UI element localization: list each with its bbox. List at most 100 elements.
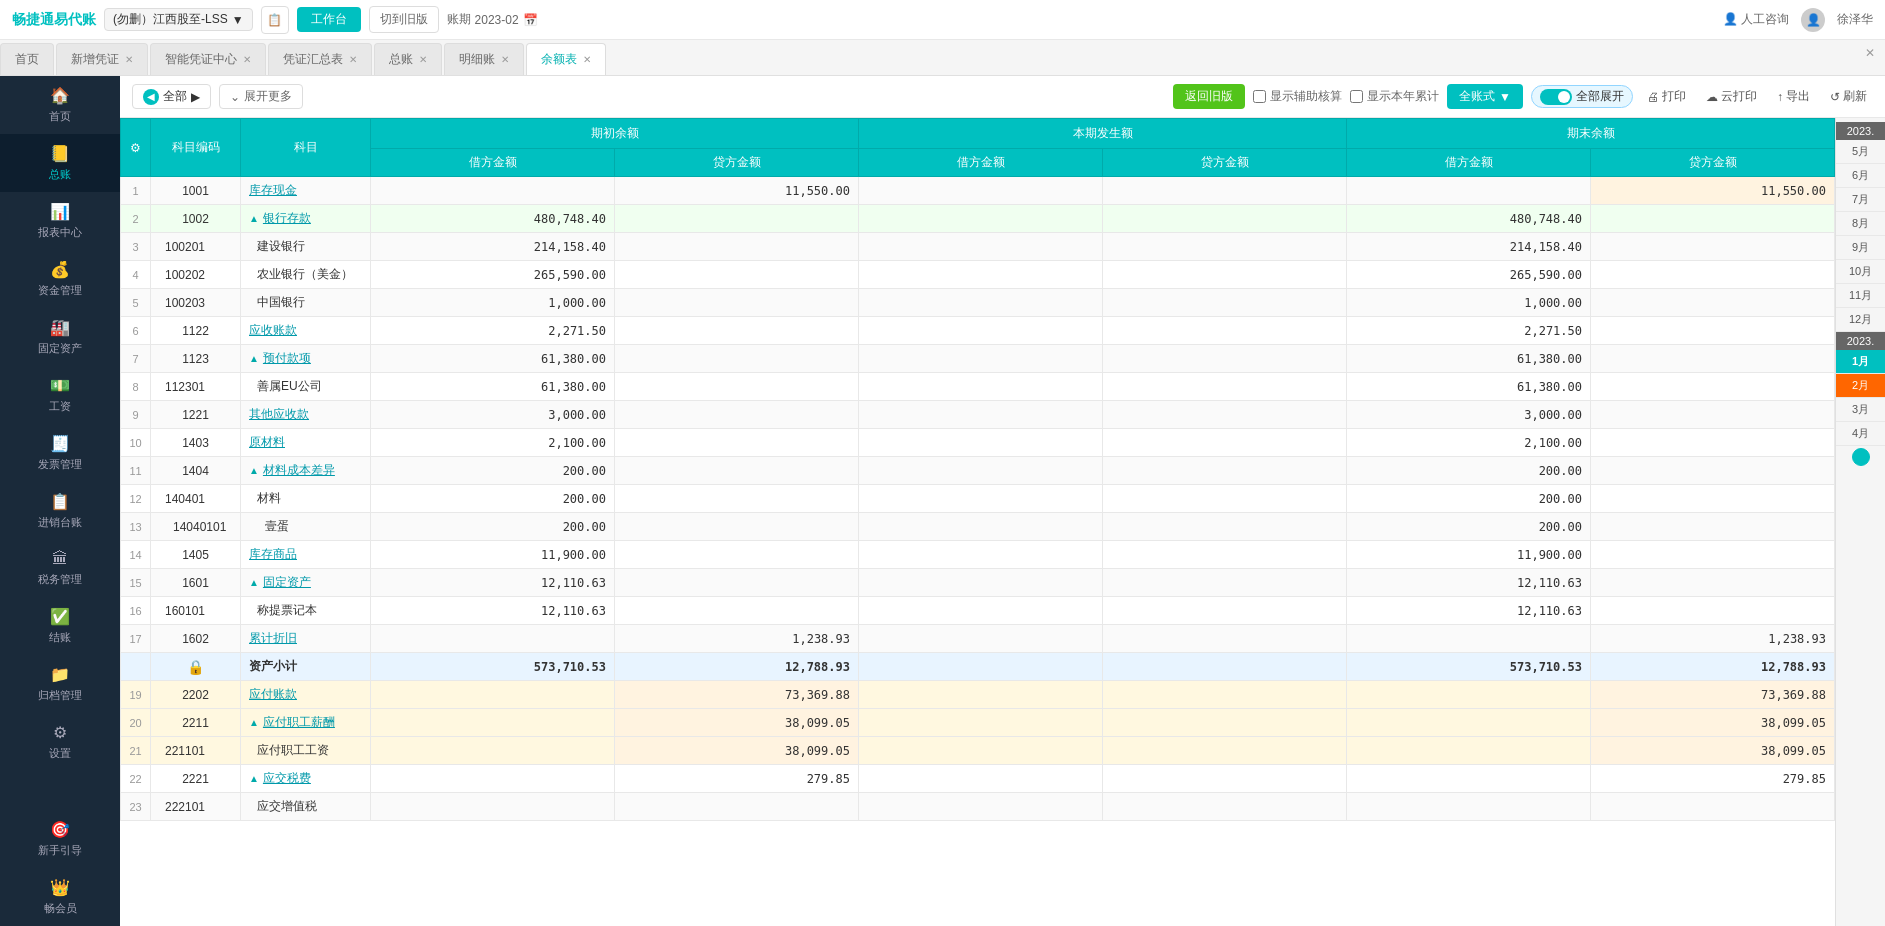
side-month-8[interactable]: 8月 <box>1836 212 1885 236</box>
account-name-link[interactable]: 材料成本差异 <box>263 462 335 479</box>
checkbox-year-input[interactable] <box>1350 90 1363 103</box>
close-all-tabs[interactable]: ✕ <box>1865 46 1875 60</box>
workbench-button[interactable]: 工作台 <box>297 7 361 32</box>
account-name[interactable]: ▲ 银行存款 <box>241 205 371 233</box>
side-month-5[interactable]: 5月 <box>1836 140 1885 164</box>
print-button[interactable]: 🖨 打印 <box>1641 85 1692 108</box>
account-name[interactable]: ▲ 预付款项 <box>241 345 371 373</box>
row-number: 1 <box>121 177 151 205</box>
sidebar-item-home[interactable]: 🏠 首页 <box>0 76 120 134</box>
expand-toggle[interactable] <box>1540 89 1572 105</box>
account-name[interactable]: 其他应收款 <box>241 401 371 429</box>
account-name[interactable]: 应付账款 <box>241 681 371 709</box>
period-calendar-icon: 📅 <box>523 13 538 27</box>
sidebar-item-settings[interactable]: ⚙ 设置 <box>0 713 120 771</box>
side-month-7[interactable]: 7月 <box>1836 188 1885 212</box>
account-name[interactable]: 应收账款 <box>241 317 371 345</box>
expand-arrow-icon[interactable]: ▲ <box>249 577 259 588</box>
company-selector[interactable]: (勿删）江西股至-LSS ▼ <box>104 8 253 31</box>
consult-button[interactable]: 👤 人工咨询 <box>1723 11 1789 28</box>
side-month-11[interactable]: 11月 <box>1836 284 1885 308</box>
side-month-2[interactable]: 2月 <box>1836 374 1885 398</box>
side-circle-1[interactable] <box>1852 448 1870 466</box>
account-name: 资产小计 <box>241 653 371 681</box>
tab-smart-voucher-close[interactable]: ✕ <box>243 54 251 65</box>
sidebar-item-tax[interactable]: 🏛 税务管理 <box>0 540 120 597</box>
tab-balance-close[interactable]: ✕ <box>583 54 591 65</box>
sc-end-cell <box>1591 289 1835 317</box>
cloud-print-button[interactable]: ☁ 云打印 <box>1700 85 1763 108</box>
tab-voucher-summary[interactable]: 凭证汇总表 ✕ <box>268 43 372 75</box>
expand-arrow-icon[interactable]: ▲ <box>249 717 259 728</box>
sc-end-cell <box>1591 541 1835 569</box>
sidebar-item-payroll[interactable]: 💵 工资 <box>0 366 120 424</box>
export-button[interactable]: ↑ 导出 <box>1771 85 1816 108</box>
account-name-link[interactable]: 银行存款 <box>263 210 311 227</box>
tab-home[interactable]: 首页 <box>0 43 54 75</box>
return-old-button[interactable]: 返回旧版 <box>1173 84 1245 109</box>
expand-arrow-icon[interactable]: ▲ <box>249 465 259 476</box>
sidebar-item-guide[interactable]: 🎯 新手引导 <box>0 810 120 868</box>
account-name-link[interactable]: 库存现金 <box>249 182 297 199</box>
account-name[interactable]: ▲ 固定资产 <box>241 569 371 597</box>
account-name-link[interactable]: 应付职工薪酬 <box>263 714 335 731</box>
checkbox-aux-input[interactable] <box>1253 90 1266 103</box>
account-name[interactable]: ▲ 应交税费 <box>241 765 371 793</box>
account-name[interactable]: 原材料 <box>241 429 371 457</box>
sidebar-item-archive[interactable]: 📁 归档管理 <box>0 655 120 713</box>
account-name[interactable]: 库存商品 <box>241 541 371 569</box>
side-month-1[interactable]: 1月 <box>1836 350 1885 374</box>
expand-arrow-icon[interactable]: ▲ <box>249 353 259 364</box>
account-name-link[interactable]: 固定资产 <box>263 574 311 591</box>
account-name-link[interactable]: 应收账款 <box>249 322 297 339</box>
sidebar-item-ledger[interactable]: 📒 总账 <box>0 134 120 192</box>
account-name[interactable]: 累计折旧 <box>241 625 371 653</box>
account-name[interactable]: ▲ 材料成本差异 <box>241 457 371 485</box>
side-month-12[interactable]: 12月 <box>1836 308 1885 332</box>
refresh-button[interactable]: ↺ 刷新 <box>1824 85 1873 108</box>
expand-arrow-icon[interactable]: ▲ <box>249 773 259 784</box>
account-name-link[interactable]: 库存商品 <box>249 546 297 563</box>
sidebar-item-member[interactable]: 👑 畅会员 <box>0 868 120 926</box>
expand-button[interactable]: ⌄ 展开更多 <box>219 84 303 109</box>
sidebar-label-close: 结账 <box>49 630 71 645</box>
tab-voucher-summary-close[interactable]: ✕ <box>349 54 357 65</box>
side-month-3[interactable]: 3月 <box>1836 398 1885 422</box>
sidebar-item-reports[interactable]: 📊 报表中心 <box>0 192 120 250</box>
side-month-10[interactable]: 10月 <box>1836 260 1885 284</box>
sidebar-item-assets[interactable]: 🏭 固定资产 <box>0 308 120 366</box>
checkbox-year-label: 显示本年累计 <box>1367 88 1439 105</box>
side-month-9[interactable]: 9月 <box>1836 236 1885 260</box>
tab-ledger-close[interactable]: ✕ <box>419 54 427 65</box>
format-button[interactable]: 全账式 ▼ <box>1447 84 1523 109</box>
tab-ledger[interactable]: 总账 ✕ <box>374 43 442 75</box>
account-name-link[interactable]: 原材料 <box>249 434 285 451</box>
side-month-6[interactable]: 6月 <box>1836 164 1885 188</box>
sidebar-item-trade[interactable]: 📋 进销台账 <box>0 482 120 540</box>
sidebar-item-close[interactable]: ✅ 结账 <box>0 597 120 655</box>
account-name[interactable]: ▲ 应付职工薪酬 <box>241 709 371 737</box>
expand-arrow-icon[interactable]: ▲ <box>249 213 259 224</box>
sidebar-item-funds[interactable]: 💰 资金管理 <box>0 250 120 308</box>
account-name-link[interactable]: 应付账款 <box>249 686 297 703</box>
tab-smart-voucher[interactable]: 智能凭证中心 ✕ <box>150 43 266 75</box>
tab-new-voucher[interactable]: 新增凭证 ✕ <box>56 43 148 75</box>
tab-detail-close[interactable]: ✕ <box>501 54 509 65</box>
guide-icon: 🎯 <box>50 820 70 839</box>
sidebar-item-invoice[interactable]: 🧾 发票管理 <box>0 424 120 482</box>
checkbox-aux[interactable]: 显示辅助核算 <box>1253 88 1342 105</box>
side-month-4[interactable]: 4月 <box>1836 422 1885 446</box>
tab-balance[interactable]: 余额表 ✕ <box>526 43 606 75</box>
tab-new-voucher-close[interactable]: ✕ <box>125 54 133 65</box>
account-name-link[interactable]: 预付款项 <box>263 350 311 367</box>
account-name-link[interactable]: 累计折旧 <box>249 630 297 647</box>
account-name-link[interactable]: 应交税费 <box>263 770 311 787</box>
account-name-link[interactable]: 其他应收款 <box>249 406 309 423</box>
checkbox-year[interactable]: 显示本年累计 <box>1350 88 1439 105</box>
filter-button[interactable]: ◀ 全部 ▶ <box>132 84 211 109</box>
old-version-button[interactable]: 切到旧版 <box>369 6 439 33</box>
account-name[interactable]: 库存现金 <box>241 177 371 205</box>
tab-detail[interactable]: 明细账 ✕ <box>444 43 524 75</box>
sd-cur-cell <box>859 373 1103 401</box>
company-icon-btn[interactable]: 📋 <box>261 6 289 34</box>
